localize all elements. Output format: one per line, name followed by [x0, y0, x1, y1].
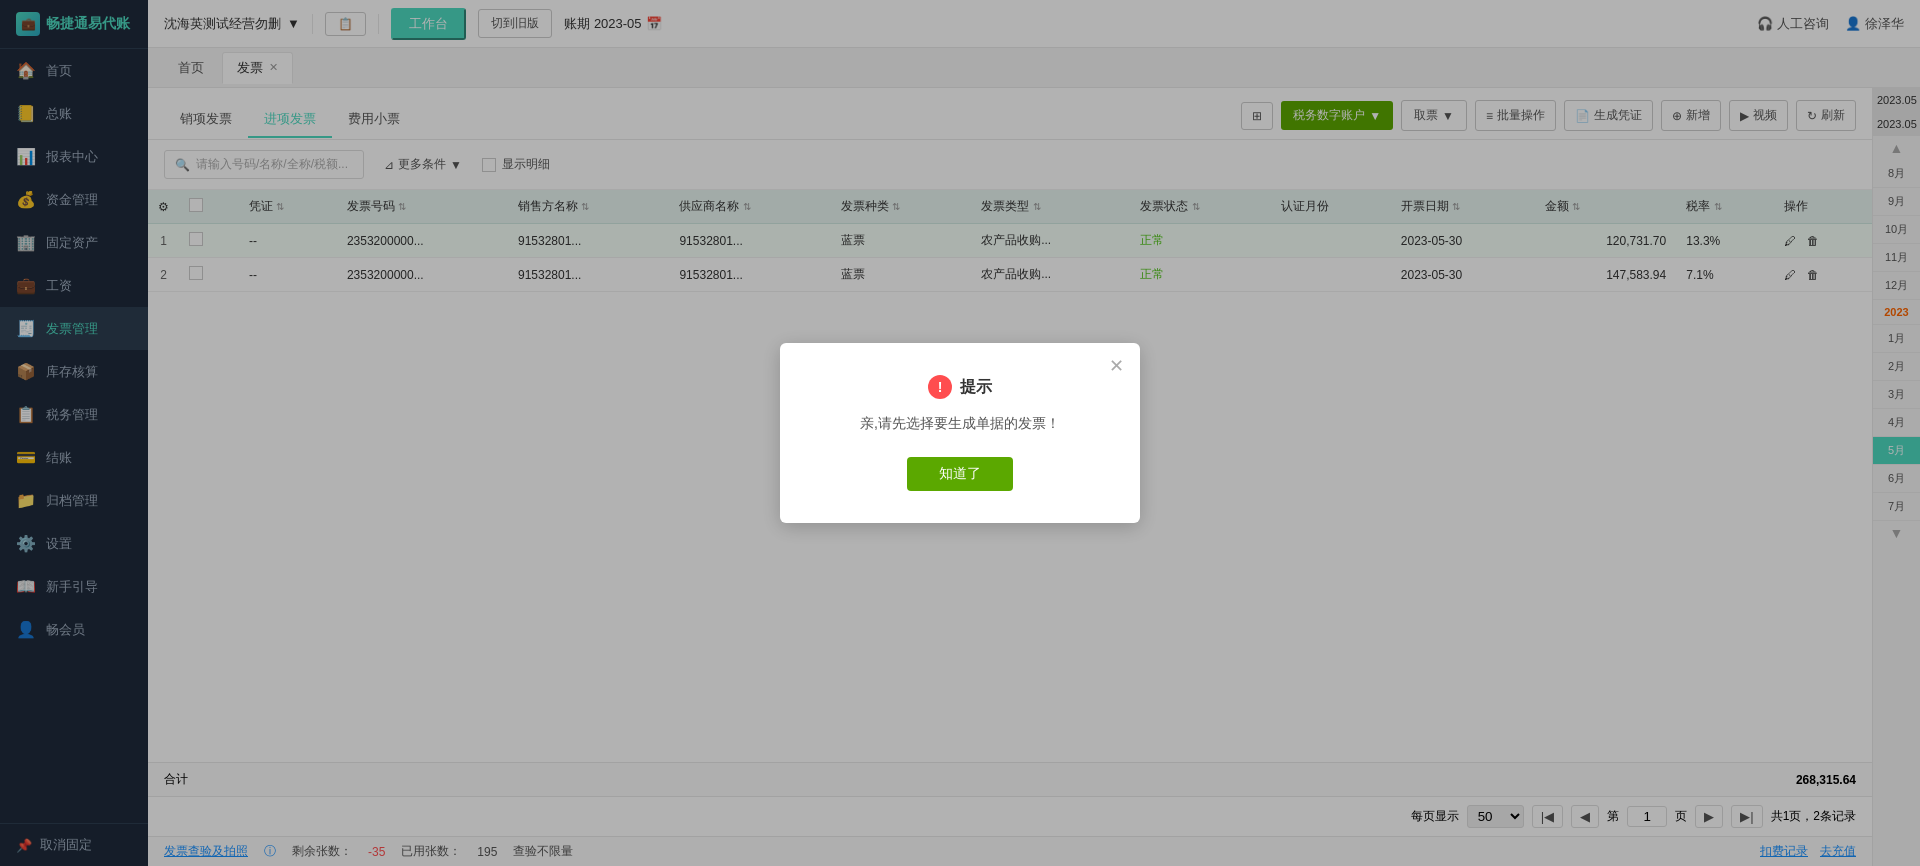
modal-close-button[interactable]: ✕: [1109, 355, 1124, 377]
modal-ok-button[interactable]: 知道了: [907, 457, 1013, 491]
warning-icon: !: [928, 375, 952, 399]
modal-header: ! 提示: [812, 375, 1108, 399]
modal-body: 亲,请先选择要生成单据的发票！: [812, 415, 1108, 433]
modal-overlay: ✕ ! 提示 亲,请先选择要生成单据的发票！ 知道了: [0, 0, 1920, 866]
modal-title: 提示: [960, 377, 992, 398]
ok-label: 知道了: [939, 465, 981, 481]
modal-dialog: ✕ ! 提示 亲,请先选择要生成单据的发票！ 知道了: [780, 343, 1140, 523]
